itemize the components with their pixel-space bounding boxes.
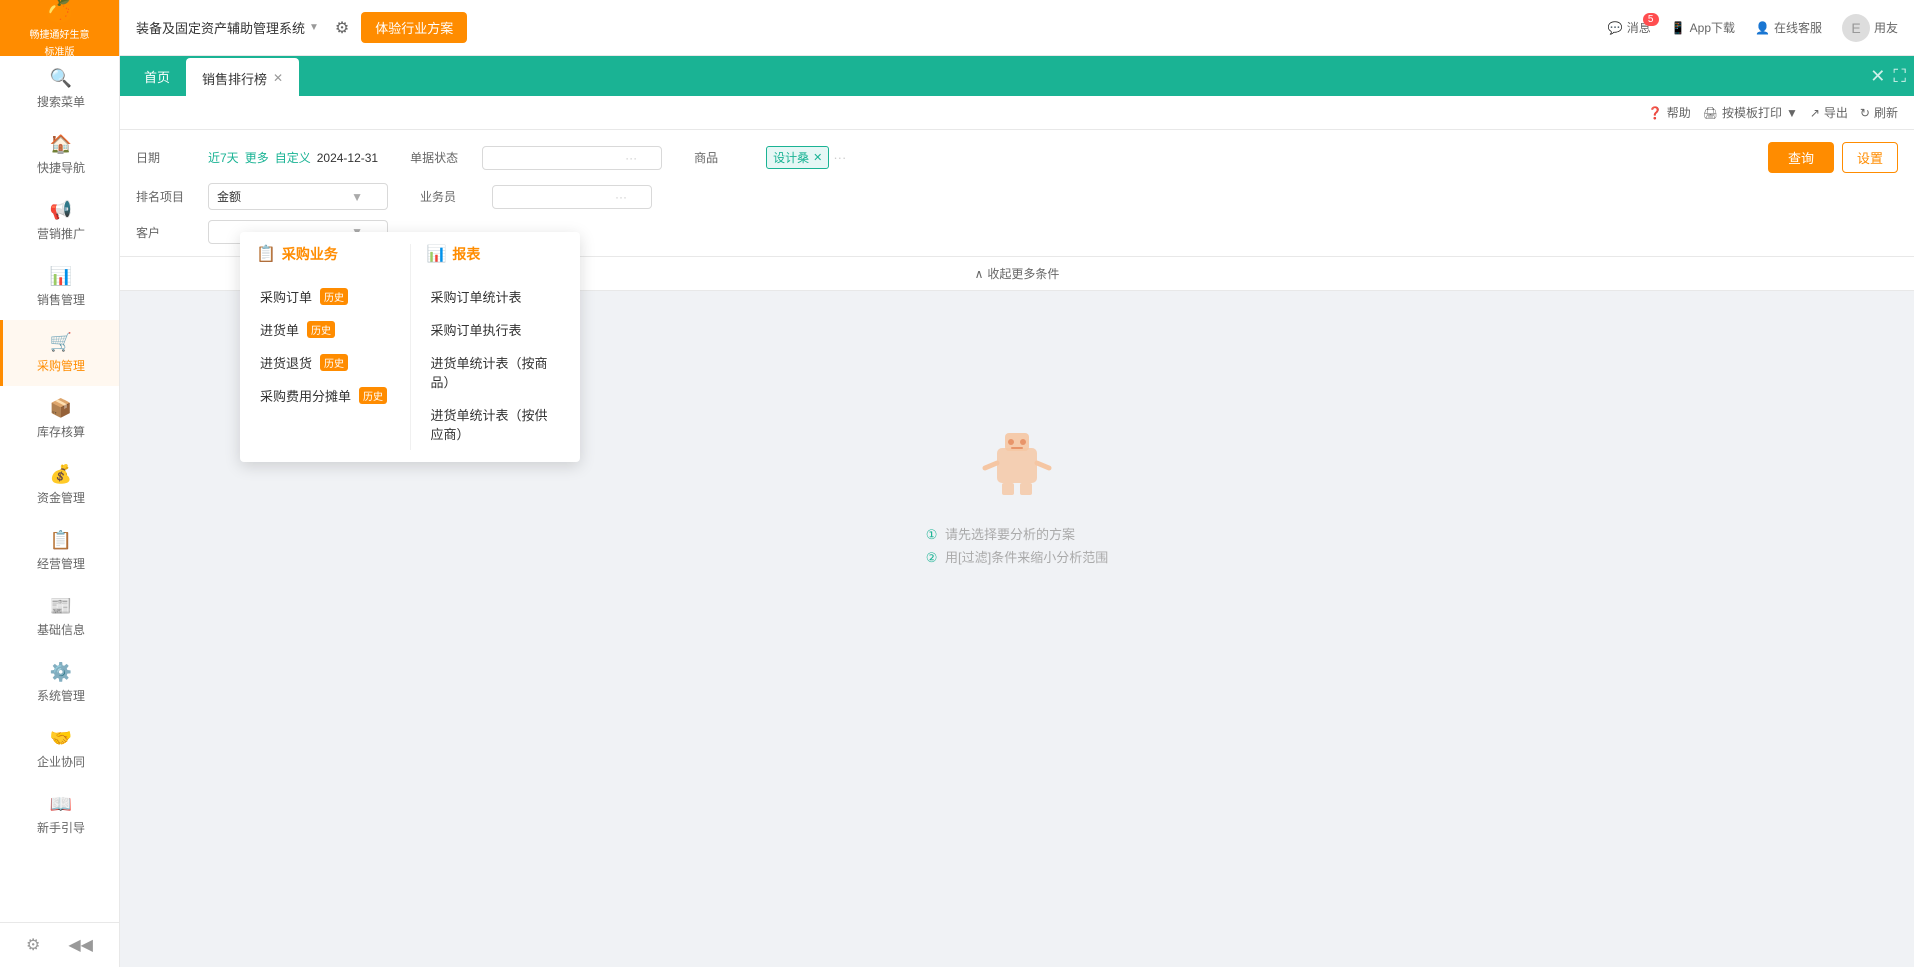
item-label: 进货单	[260, 320, 299, 339]
dropdown-col-report-title: 📊 报表	[427, 244, 565, 270]
dropdown-item-采购订单执行表[interactable]: 采购订单执行表	[427, 313, 565, 346]
dropdown-col-purchase-title: 📋 采购业务	[256, 244, 394, 270]
main-area: 装备及固定资产辅助管理系统 ▼ ⚙ 体验行业方案 💬 消息 5 📱 App下载 …	[120, 0, 1914, 967]
purchase-dropdown-menu: 📋 采购业务 采购订单历史进货单历史进货退货历史采购费用分摊单历史 📊 报表 采…	[240, 232, 580, 462]
item-label: 采购订单执行表	[431, 320, 522, 339]
dropdown-item-采购订单统计表[interactable]: 采购订单统计表	[427, 280, 565, 313]
dropdown-item-进货单[interactable]: 进货单历史	[256, 313, 394, 346]
item-label: 进货单统计表（按供应商）	[431, 405, 561, 443]
dropdown-col-report: 📊 报表 采购订单统计表采购订单执行表进货单统计表（按商品） 进货单统计表（按供应…	[410, 244, 581, 450]
item-label: 采购订单	[260, 287, 312, 306]
dropdown-item-进货退货[interactable]: 进货退货历史	[256, 346, 394, 379]
purchase-col-title-label: 采购业务	[282, 244, 338, 264]
content-area: ❓ 帮助 🖨 按模板打印 ▼ ↗ 导出 ↻ 刷新	[120, 96, 1914, 967]
history-badge: 历史	[320, 288, 348, 305]
item-label: 进货退货	[260, 353, 312, 372]
item-label: 采购订单统计表	[431, 287, 522, 306]
dropdown-col2-items: 采购订单统计表采购订单执行表进货单统计表（按商品） 进货单统计表（按供应商）	[427, 280, 565, 450]
history-badge: 历史	[307, 321, 335, 338]
dropdown-item-进货单统计表按商品[interactable]: 进货单统计表（按商品）	[427, 346, 565, 398]
report-col-icon: 📊	[427, 244, 447, 264]
history-badge: 历史	[359, 387, 387, 404]
dropdown-item-进货单统计表按供应商[interactable]: 进货单统计表（按供应商）	[427, 398, 565, 450]
dropdown-col1-items: 采购订单历史进货单历史进货退货历史采购费用分摊单历史	[256, 280, 394, 412]
dropdown-cols: 📋 采购业务 采购订单历史进货单历史进货退货历史采购费用分摊单历史 📊 报表 采…	[240, 244, 580, 450]
dropdown-col-purchase: 📋 采购业务 采购订单历史进货单历史进货退货历史采购费用分摊单历史	[240, 244, 410, 450]
item-label: 进货单统计表（按商品）	[431, 353, 561, 391]
history-badge: 历史	[320, 354, 348, 371]
report-col-title-label: 报表	[452, 244, 480, 264]
dropdown-item-采购订单[interactable]: 采购订单历史	[256, 280, 394, 313]
item-label: 采购费用分摊单	[260, 386, 351, 405]
dropdown-item-采购费用分摊单[interactable]: 采购费用分摊单历史	[256, 379, 394, 412]
dropdown-overlay[interactable]	[120, 96, 1914, 967]
purchase-col-icon: 📋	[256, 244, 276, 264]
